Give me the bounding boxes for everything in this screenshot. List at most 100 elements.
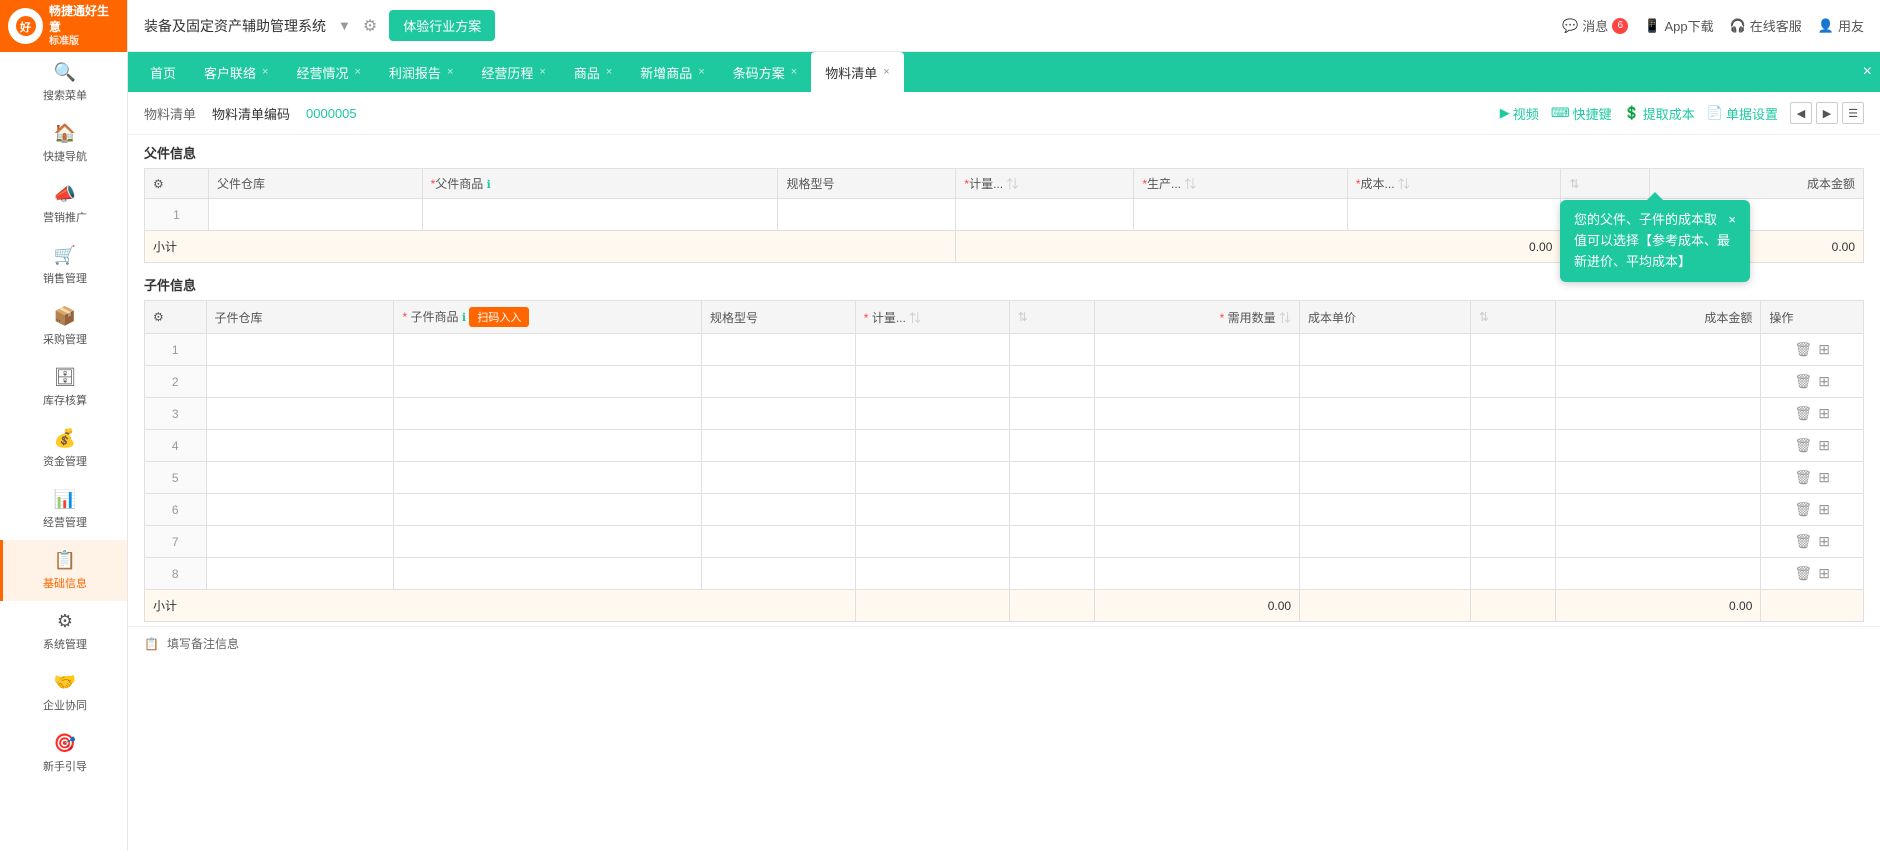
child-qty-8[interactable] (1095, 558, 1300, 590)
child-spec-4[interactable] (702, 430, 856, 462)
sidebar-item-operations[interactable]: 📊 经营管理 (0, 479, 127, 540)
tab-home[interactable]: 首页 (136, 52, 190, 92)
delete-icon-2[interactable]: 🗑 (1794, 373, 1812, 390)
child-unit-1[interactable] (855, 334, 1009, 366)
parent-prod-sort-icon[interactable]: ⇅ (1184, 177, 1196, 191)
child-unitcost-3[interactable] (1300, 398, 1471, 430)
child-space2-sort-icon[interactable]: ⇅ (1479, 310, 1489, 324)
copy-icon-6[interactable]: ⊞ (1818, 501, 1830, 518)
tab-close-history[interactable]: × (539, 66, 545, 78)
child-unitcost-2[interactable] (1300, 366, 1471, 398)
dropdown-icon[interactable]: ▼ (338, 18, 351, 33)
delete-icon-3[interactable]: 🗑 (1794, 405, 1812, 422)
child-cost-amount-3[interactable] (1556, 398, 1761, 430)
tab-close-products[interactable]: × (606, 66, 612, 78)
child-col-gear[interactable]: ⚙ (145, 301, 207, 334)
parent-unit-sort-icon[interactable]: ⇅ (1006, 177, 1018, 191)
child-warehouse-7[interactable] (206, 526, 394, 558)
user-menu[interactable]: 👤 用友 (1818, 16, 1864, 35)
menu-button[interactable]: ☰ (1842, 102, 1864, 124)
child-warehouse-4[interactable] (206, 430, 394, 462)
tab-close-barcode[interactable]: × (791, 66, 797, 78)
child-product-4[interactable] (394, 430, 702, 462)
child-cost-amount-4[interactable] (1556, 430, 1761, 462)
parent-warehouse-1[interactable] (209, 199, 423, 231)
child-product-2[interactable] (394, 366, 702, 398)
child-unitcost-7[interactable] (1300, 526, 1471, 558)
sidebar-item-guide[interactable]: 🎯 新手引导 (0, 723, 127, 784)
child-spec-3[interactable] (702, 398, 856, 430)
child-unit-8[interactable] (855, 558, 1009, 590)
child-warehouse-3[interactable] (206, 398, 394, 430)
sidebar-item-system[interactable]: ⚙ 系统管理 (0, 601, 127, 662)
delete-icon-1[interactable]: 🗑 (1794, 341, 1812, 358)
copy-icon-1[interactable]: ⊞ (1818, 341, 1830, 358)
parent-product-1[interactable] (422, 199, 778, 231)
app-download-button[interactable]: 📱 App下载 (1644, 16, 1713, 35)
parent-col-gear[interactable]: ⚙ (145, 169, 209, 199)
child-product-1[interactable] (394, 334, 702, 366)
tab-close-customers[interactable]: × (262, 66, 268, 78)
bottom-text[interactable]: 填写备注信息 (167, 635, 239, 652)
messages-button[interactable]: 💬 消息 6 (1562, 16, 1628, 35)
child-unitcost-8[interactable] (1300, 558, 1471, 590)
child-spec-5[interactable] (702, 462, 856, 494)
breadcrumb-item[interactable]: 物料清单 (144, 104, 196, 123)
child-product-info-icon[interactable]: ℹ (462, 312, 466, 324)
child-qty-5[interactable] (1095, 462, 1300, 494)
child-spec-2[interactable] (702, 366, 856, 398)
child-unit-3[interactable] (855, 398, 1009, 430)
tab-close-profit[interactable]: × (447, 66, 453, 78)
child-spec-8[interactable] (702, 558, 856, 590)
parent-unit-1[interactable] (956, 199, 1134, 231)
delete-icon-6[interactable]: 🗑 (1794, 501, 1812, 518)
parent-space-sort-icon[interactable]: ⇅ (1569, 177, 1579, 191)
tab-profit[interactable]: 利润报告 × (375, 52, 467, 92)
sidebar-item-finance[interactable]: 💰 资金管理 (0, 418, 127, 479)
sidebar-item-collab[interactable]: 🤝 企业协同 (0, 662, 127, 723)
delete-icon-4[interactable]: 🗑 (1794, 437, 1812, 454)
gear-settings-icon[interactable]: ⚙ (363, 16, 377, 36)
child-qty-3[interactable] (1095, 398, 1300, 430)
tab-barcode[interactable]: 条码方案 × (719, 52, 811, 92)
tab-history[interactable]: 经营历程 × (467, 52, 559, 92)
tab-close-newproduct[interactable]: × (698, 66, 704, 78)
child-cost-amount-1[interactable] (1556, 334, 1761, 366)
child-unitcost-1[interactable] (1300, 334, 1471, 366)
sidebar-item-basic[interactable]: 📋 基础信息 (0, 540, 127, 601)
prev-page-button[interactable]: ◀ (1790, 102, 1812, 124)
sidebar-item-sales[interactable]: 🛒 销售管理 (0, 235, 127, 296)
child-unit-4[interactable] (855, 430, 1009, 462)
child-spec-7[interactable] (702, 526, 856, 558)
delete-icon-5[interactable]: 🗑 (1794, 469, 1812, 486)
child-warehouse-2[interactable] (206, 366, 394, 398)
child-product-8[interactable] (394, 558, 702, 590)
child-space-sort-icon[interactable]: ⇅ (1018, 310, 1028, 324)
child-cost-amount-7[interactable] (1556, 526, 1761, 558)
tab-products[interactable]: 商品 × (560, 52, 626, 92)
online-service-button[interactable]: 🎧 在线客服 (1730, 16, 1802, 35)
tab-newproduct[interactable]: 新增商品 × (626, 52, 718, 92)
copy-icon-4[interactable]: ⊞ (1818, 437, 1830, 454)
child-unit-7[interactable] (855, 526, 1009, 558)
child-product-7[interactable] (394, 526, 702, 558)
parent-product-info-icon[interactable]: ℹ (487, 179, 491, 191)
sidebar-item-purchase[interactable]: 📦 采购管理 (0, 296, 127, 357)
child-unit-sort-icon[interactable]: ⇅ (909, 311, 921, 325)
view-action[interactable]: ▶ 视频 (1500, 104, 1539, 123)
child-unit-6[interactable] (855, 494, 1009, 526)
child-qty-6[interactable] (1095, 494, 1300, 526)
tab-close-operations[interactable]: × (354, 66, 360, 78)
child-unitcost-4[interactable] (1300, 430, 1471, 462)
child-warehouse-1[interactable] (206, 334, 394, 366)
child-qty-1[interactable] (1095, 334, 1300, 366)
child-warehouse-8[interactable] (206, 558, 394, 590)
child-product-3[interactable] (394, 398, 702, 430)
scan-button[interactable]: 扫码入入 (469, 307, 529, 327)
parent-spec-1[interactable] (778, 199, 956, 231)
child-product-5[interactable] (394, 462, 702, 494)
parent-cost-1[interactable] (1347, 199, 1561, 231)
child-unitcost-5[interactable] (1300, 462, 1471, 494)
child-unit-5[interactable] (855, 462, 1009, 494)
close-all-tabs[interactable]: × (1863, 63, 1872, 81)
